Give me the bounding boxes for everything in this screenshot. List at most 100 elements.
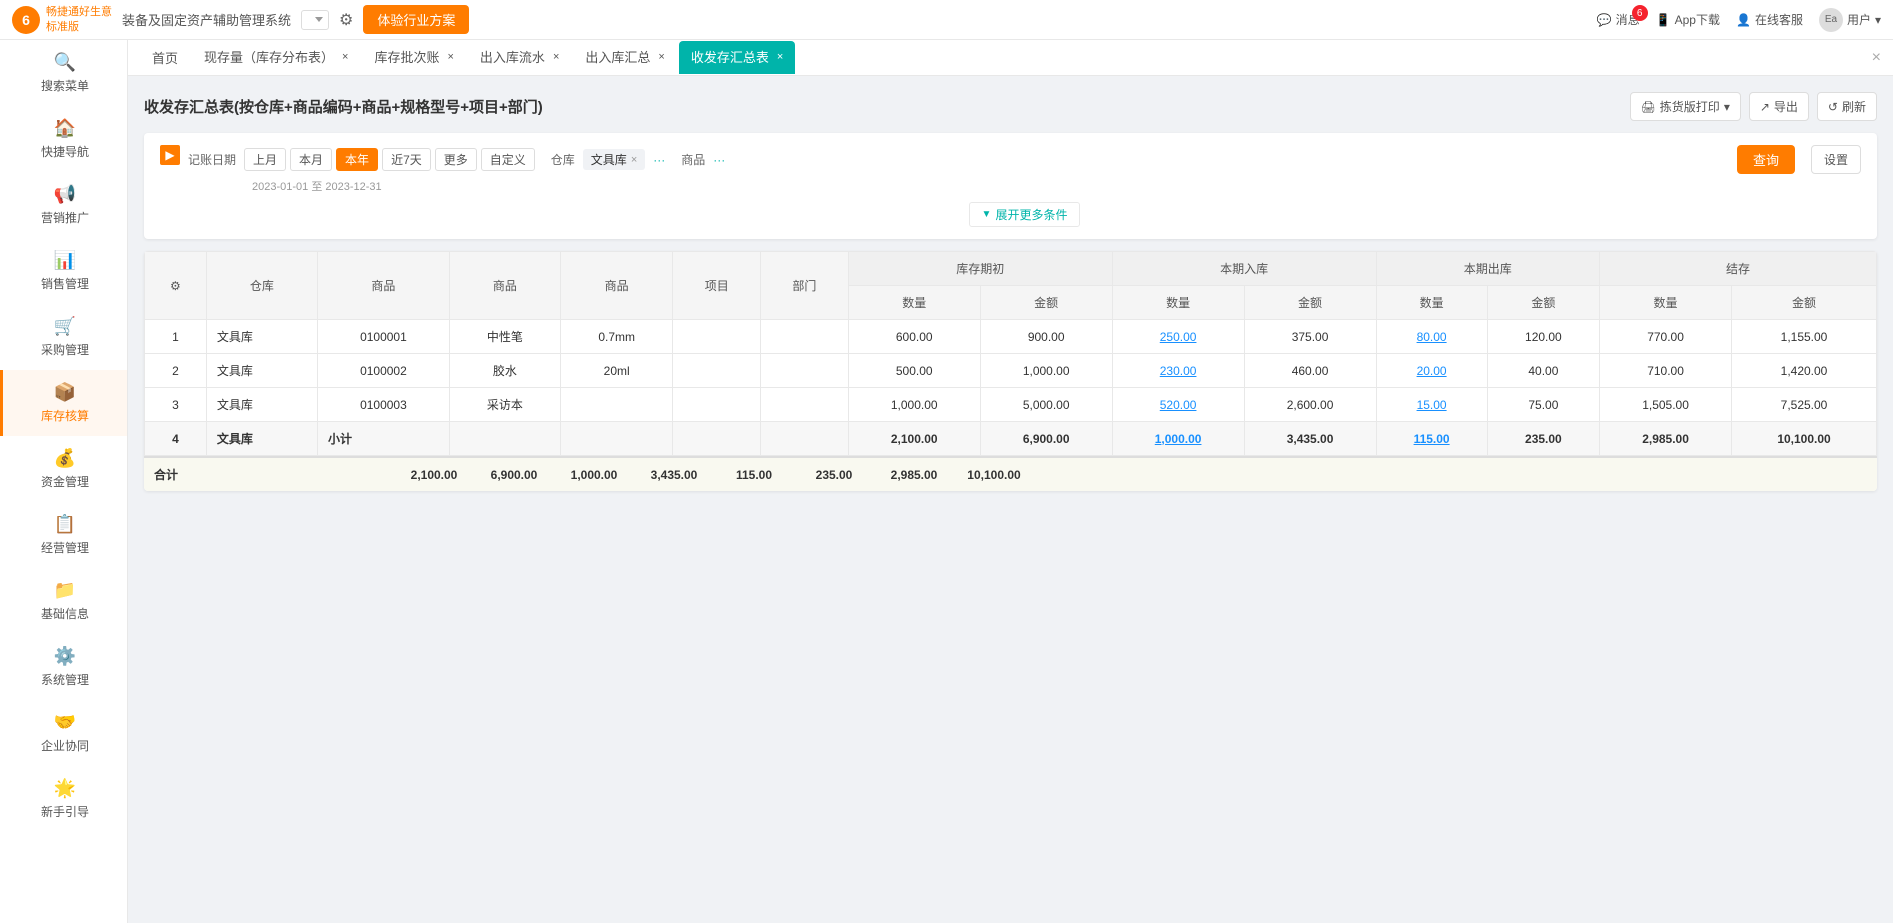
th-closing-qty: 数量 xyxy=(1600,286,1732,320)
operations-icon: 📋 xyxy=(54,514,76,535)
subtotal-in-qty[interactable]: 1,000.00 xyxy=(1112,422,1244,456)
gear-button[interactable]: ⚙ xyxy=(339,10,353,30)
tab-close-all[interactable]: × xyxy=(1872,49,1881,67)
sidebar-item-sales[interactable]: 📊 销售管理 xyxy=(0,238,127,304)
expand-button[interactable]: ▼ 展开更多条件 xyxy=(969,202,1081,227)
total-cells: 2,100.00 6,900.00 1,000.00 3,435.00 115.… xyxy=(394,468,1867,482)
expand-down-icon: ▼ xyxy=(982,209,992,220)
expand-row: ▼ 展开更多条件 xyxy=(188,202,1861,227)
sidebar-item-marketing[interactable]: 📢 营销推广 xyxy=(0,172,127,238)
goods-more[interactable]: ··· xyxy=(713,153,725,167)
sidebar-item-system[interactable]: ⚙️ 系统管理 xyxy=(0,634,127,700)
sidebar-item-operations[interactable]: 📋 经营管理 xyxy=(0,502,127,568)
th-opening-group: 库存期初 xyxy=(848,252,1112,286)
tab-close-batch[interactable]: × xyxy=(447,51,453,63)
settings-button[interactable]: 设置 xyxy=(1811,145,1861,174)
online-service-item[interactable]: 👤 在线客服 xyxy=(1736,11,1803,28)
tab-close-inout-summary[interactable]: × xyxy=(658,51,664,63)
refresh-button[interactable]: ↺ 刷新 xyxy=(1817,92,1877,121)
search-button[interactable]: 查询 xyxy=(1737,145,1795,174)
warehouse-tag: 文具库 × xyxy=(583,149,645,170)
date-btn-more[interactable]: 更多 xyxy=(435,148,477,171)
warehouse-more[interactable]: ··· xyxy=(653,153,665,167)
table-row: 2 文具库 0100002 胶水 20ml 500.00 1,000.00 23… xyxy=(145,354,1877,388)
content-area: 首页 现存量（库存分布表） × 库存批次账 × 出入库流水 × 出入库汇总 × xyxy=(128,40,1893,923)
print-button[interactable]: 🖨 拣货版打印 ▾ xyxy=(1630,92,1741,121)
tab-recv-send[interactable]: 收发存汇总表 × xyxy=(679,41,795,74)
row-out-qty-2[interactable]: 20.00 xyxy=(1376,354,1487,388)
filter-card: ▶ 记账日期 上月 本月 本年 近7天 xyxy=(144,133,1877,239)
row-in-qty-3[interactable]: 520.00 xyxy=(1112,388,1244,422)
row-warehouse-3: 文具库 xyxy=(206,388,317,422)
sidebar-item-newbie[interactable]: 🌟 新手引导 xyxy=(0,766,127,832)
row-in-qty-2[interactable]: 230.00 xyxy=(1112,354,1244,388)
sidebar-item-basic-info[interactable]: 📁 基础信息 xyxy=(0,568,127,634)
date-btn-this-year[interactable]: 本年 xyxy=(336,148,378,171)
subtotal-warehouse: 文具库 xyxy=(206,422,317,456)
chevron-down-icon: ▾ xyxy=(1724,100,1730,114)
trial-button[interactable]: 体验行业方案 xyxy=(363,5,469,34)
date-filter-group: 记账日期 上月 本月 本年 近7天 更多 自定义 xyxy=(188,148,535,171)
row-in-qty-1[interactable]: 250.00 xyxy=(1112,320,1244,354)
table-row: 3 文具库 0100003 采访本 1,000.00 5,000.00 520.… xyxy=(145,388,1877,422)
refresh-icon: ↺ xyxy=(1828,100,1838,114)
sidebar-item-quick-nav[interactable]: 🏠 快捷导航 xyxy=(0,106,127,172)
subtotal-empty2 xyxy=(560,422,672,456)
top-bar-left: 6 畅捷通好生意 标准版 装备及固定资产辅助管理系统 ⚙ 体验行业方案 xyxy=(12,5,469,34)
export-button[interactable]: ↗ 导出 xyxy=(1749,92,1809,121)
tab-close-inout-flow[interactable]: × xyxy=(553,51,559,63)
tab-close-stock-dist[interactable]: × xyxy=(342,51,348,63)
sidebar-item-search[interactable]: 🔍 搜索菜单 xyxy=(0,40,127,106)
table-settings-icon[interactable]: ⚙ xyxy=(170,279,181,293)
app-download-item[interactable]: 📱 App下载 xyxy=(1656,11,1720,28)
tab-stock-dist[interactable]: 现存量（库存分布表） × xyxy=(192,41,360,74)
system-select[interactable] xyxy=(301,10,329,30)
message-icon: 💬 xyxy=(1597,13,1612,27)
subtotal-out-qty[interactable]: 115.00 xyxy=(1376,422,1487,456)
row-out-qty-3[interactable]: 15.00 xyxy=(1376,388,1487,422)
date-btn-custom[interactable]: 自定义 xyxy=(481,148,535,171)
date-btn-this-month[interactable]: 本月 xyxy=(290,148,332,171)
tab-batch[interactable]: 库存批次账 × xyxy=(362,41,465,74)
row-closing-amount-3: 7,525.00 xyxy=(1732,388,1877,422)
row-opening-qty-3: 1,000.00 xyxy=(848,388,980,422)
row-project-2 xyxy=(673,354,761,388)
row-code-1: 0100001 xyxy=(317,320,449,354)
tab-inout-summary[interactable]: 出入库汇总 × xyxy=(573,41,676,74)
sidebar-item-corp[interactable]: 🤝 企业协同 xyxy=(0,700,127,766)
th-in-group: 本期入库 xyxy=(1112,252,1376,286)
tab-close-recv-send[interactable]: × xyxy=(777,51,783,63)
row-name-1: 中性笔 xyxy=(449,320,560,354)
print-icon: 🖨 xyxy=(1641,100,1656,114)
date-btn-last-month[interactable]: 上月 xyxy=(244,148,286,171)
row-in-amount-3: 2,600.00 xyxy=(1244,388,1376,422)
th-warehouse: 仓库 xyxy=(206,252,317,320)
sidebar-item-finance[interactable]: 💰 资金管理 xyxy=(0,436,127,502)
subtotal-out-amount: 235.00 xyxy=(1487,422,1599,456)
table-total-row: 合计 2,100.00 6,900.00 1,000.00 3,435.00 1… xyxy=(144,456,1877,491)
phone-icon: 📱 xyxy=(1656,13,1671,27)
page-title: 收发存汇总表(按仓库+商品编码+商品+规格型号+项目+部门) xyxy=(144,96,543,117)
subtotal-label: 小计 xyxy=(317,422,449,456)
total-closing-qty: 2,985.00 xyxy=(874,468,954,482)
warehouse-tag-close[interactable]: × xyxy=(631,154,637,166)
sidebar-item-inventory[interactable]: 📦 库存核算 xyxy=(0,370,127,436)
tab-inout-flow[interactable]: 出入库流水 × xyxy=(468,41,571,74)
user-item[interactable]: Ea 用户 ▾ xyxy=(1819,8,1881,32)
filter-toggle[interactable]: ▶ xyxy=(160,145,180,165)
logo-text: 畅捷通好生意 标准版 xyxy=(46,5,112,34)
page-header: 收发存汇总表(按仓库+商品编码+商品+规格型号+项目+部门) 🖨 拣货版打印 ▾… xyxy=(144,92,1877,121)
date-label: 记账日期 xyxy=(188,151,236,168)
sidebar-item-purchase[interactable]: 🛒 采购管理 xyxy=(0,304,127,370)
messages-item[interactable]: 💬 消息 6 xyxy=(1597,11,1640,28)
date-btn-7days[interactable]: 近7天 xyxy=(382,148,431,171)
row-out-qty-1[interactable]: 80.00 xyxy=(1376,320,1487,354)
row-opening-amount-3: 5,000.00 xyxy=(980,388,1112,422)
row-num-3: 3 xyxy=(145,388,207,422)
row-name-3: 采访本 xyxy=(449,388,560,422)
tab-home[interactable]: 首页 xyxy=(140,42,190,73)
total-opening-qty: 2,100.00 xyxy=(394,468,474,482)
total-label: 合计 xyxy=(154,466,394,483)
row-out-amount-2: 40.00 xyxy=(1487,354,1599,388)
row-in-amount-1: 375.00 xyxy=(1244,320,1376,354)
